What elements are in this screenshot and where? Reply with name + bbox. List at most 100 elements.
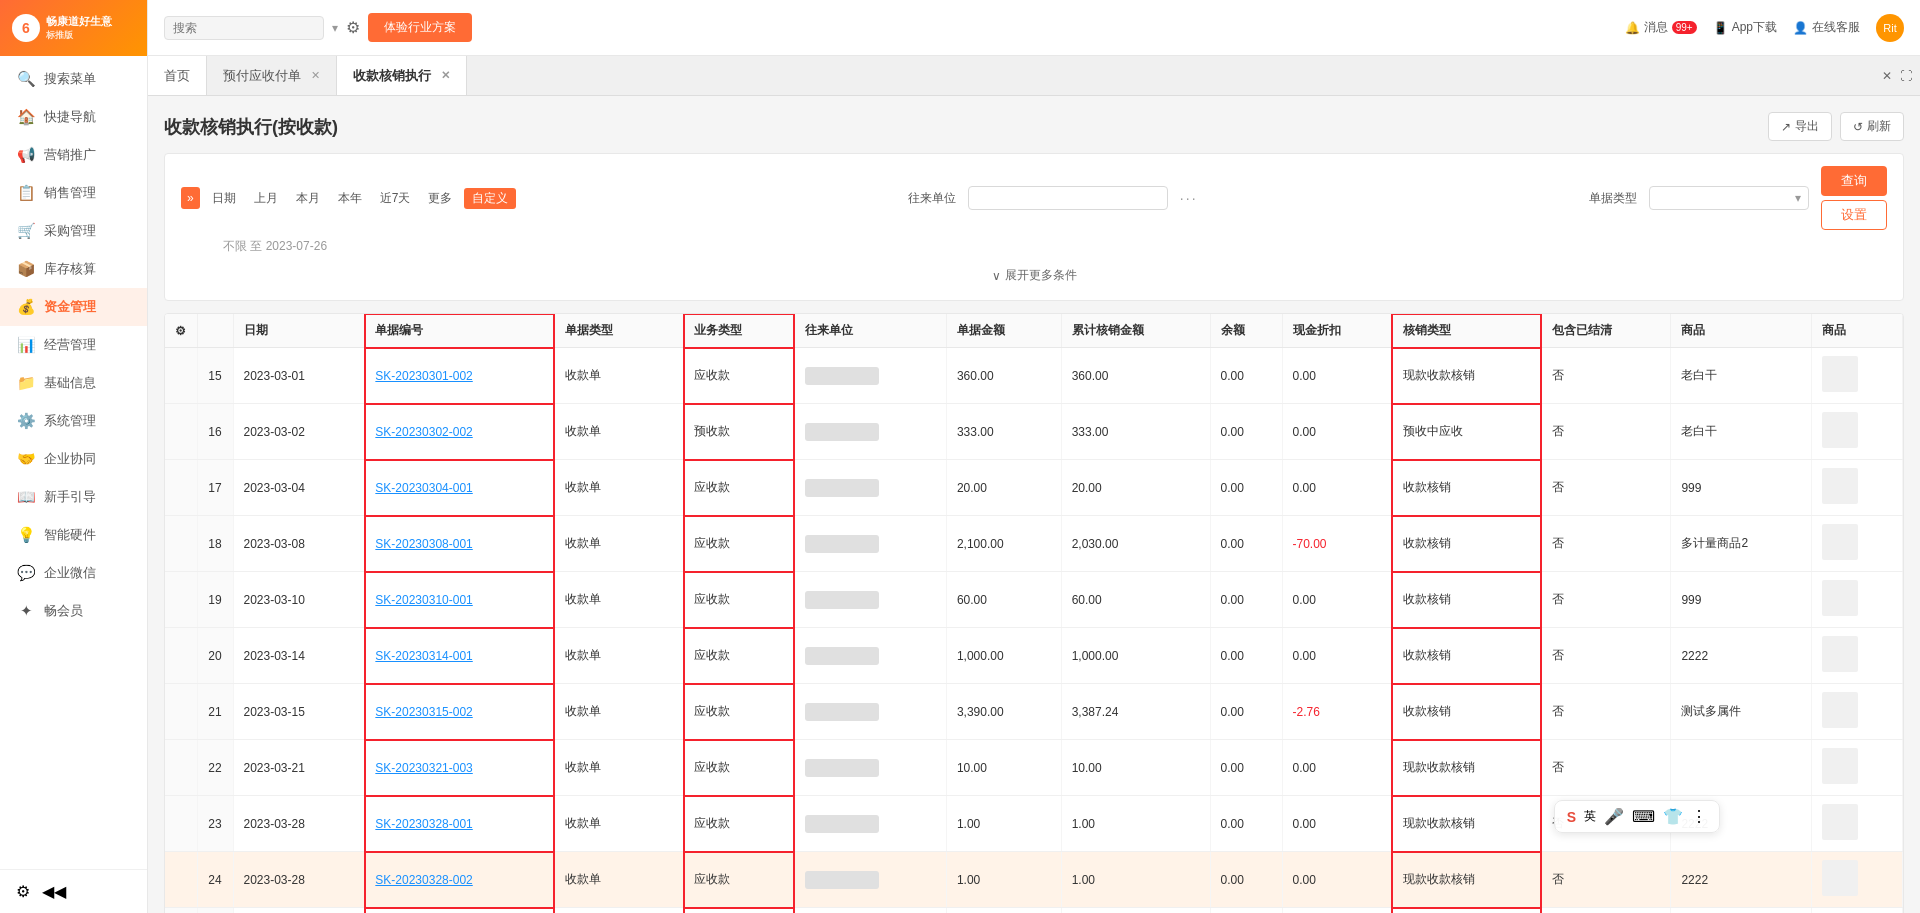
table-row: 24 2023-03-28 SK-20230328-002 收款单 应收款 ██…: [165, 852, 1903, 908]
sidebar-item-wechat[interactable]: 💬企业微信: [0, 554, 147, 592]
purchase-icon: 🛒: [16, 222, 36, 240]
app-download-btn[interactable]: 📱 App下载: [1713, 19, 1777, 36]
collapse-icon[interactable]: ◀◀: [42, 882, 66, 901]
tab-collection[interactable]: 收款核销执行 ✕: [337, 56, 467, 95]
refresh-btn[interactable]: ↺ 刷新: [1840, 112, 1904, 141]
sidebar-item-basic[interactable]: 📁基础信息: [0, 364, 147, 402]
table-row: 15 2023-03-01 SK-20230301-002 收款单 应收款 ██…: [165, 348, 1903, 404]
search-input[interactable]: [164, 16, 324, 40]
date-tag-本月[interactable]: 本月: [290, 188, 326, 209]
filter-expand-btn[interactable]: »: [181, 187, 200, 209]
cell-partner: ████: [794, 684, 946, 740]
expand-more-btn[interactable]: ∨ 展开更多条件: [181, 263, 1887, 288]
sidebar-item-hardware[interactable]: 💡智能硬件: [0, 516, 147, 554]
doc-no-link[interactable]: SK-20230310-001: [375, 593, 472, 607]
query-btn[interactable]: 查询: [1821, 166, 1887, 196]
doc-no-link[interactable]: SK-20230315-002: [375, 705, 472, 719]
chevron-down-icon: ∨: [992, 269, 1001, 283]
gear-icon[interactable]: ⚙: [346, 18, 360, 37]
table-row: 21 2023-03-15 SK-20230315-002 收款单 应收款 ██…: [165, 684, 1903, 740]
settings-icon[interactable]: ⚙: [16, 882, 30, 901]
date-tag-本年[interactable]: 本年: [332, 188, 368, 209]
maximize-icon[interactable]: ⛶: [1900, 69, 1912, 83]
doc-no-link[interactable]: SK-20230328-002: [375, 873, 472, 887]
tab-prepay[interactable]: 预付应收付单✕: [207, 56, 337, 95]
topbar: ▾ ⚙ 体验行业方案 🔔 消息 99+ 📱 App下载 👤 在线客服 Rit: [148, 0, 1920, 56]
date-tag-上月[interactable]: 上月: [248, 188, 284, 209]
tab-label-collection: 收款核销执行: [353, 67, 431, 85]
export-btn[interactable]: ↗ 导出: [1768, 112, 1832, 141]
partner-input[interactable]: [968, 186, 1168, 210]
shirt-icon[interactable]: 👕: [1663, 807, 1683, 826]
settings-btn[interactable]: 设置: [1821, 200, 1887, 230]
cell-balance: 0.00: [1210, 348, 1282, 404]
doc-no-link[interactable]: SK-20230314-001: [375, 649, 472, 663]
export-icon: ↗: [1781, 120, 1791, 134]
cell-goods: 2222: [1671, 852, 1811, 908]
doc-no-link[interactable]: SK-20230328-001: [375, 817, 472, 831]
logo-icon: 6: [12, 14, 40, 42]
doc-no-link[interactable]: SK-20230308-001: [375, 537, 472, 551]
sidebar-item-marketing[interactable]: 📢营销推广: [0, 136, 147, 174]
tab-close-prepay[interactable]: ✕: [311, 69, 320, 82]
cell-goods-img: [1811, 460, 1902, 516]
sidebar-item-system[interactable]: ⚙️系统管理: [0, 402, 147, 440]
cell-balance: 0.00: [1210, 852, 1282, 908]
nav-label-collab: 企业协同: [44, 450, 96, 468]
date-tag-custom[interactable]: 自定义: [464, 188, 516, 209]
grid-icon[interactable]: ⋮: [1691, 807, 1707, 826]
doc-no-link[interactable]: SK-20230304-001: [375, 481, 472, 495]
doc-no-link[interactable]: SK-20230321-003: [375, 761, 472, 775]
table-row: 16 2023-03-02 SK-20230302-002 收款单 预收款 ██…: [165, 404, 1903, 460]
cell-date: 2023-03-15: [233, 684, 365, 740]
sidebar-item-operation[interactable]: 📊经营管理: [0, 326, 147, 364]
cell-doc-type: 收款单: [554, 516, 684, 572]
keyboard-icon[interactable]: ⌨: [1632, 807, 1655, 826]
nav-label-quicknav: 快捷导航: [44, 108, 96, 126]
user-avatar[interactable]: Rit: [1876, 14, 1904, 42]
date-range-display: 不限 至 2023-07-26: [223, 238, 327, 255]
cell-doc-no: SK-20230301-002: [365, 348, 555, 404]
partner-label: 往来单位: [908, 190, 956, 207]
th-biz-type: 业务类型: [684, 314, 794, 348]
cell-balance: 0.00: [1210, 572, 1282, 628]
sidebar-item-inventory[interactable]: 📦库存核算: [0, 250, 147, 288]
online-service-btn[interactable]: 👤 在线客服: [1793, 19, 1860, 36]
cell-amount: 1,000.00: [946, 628, 1061, 684]
sidebar-item-collab[interactable]: 🤝企业协同: [0, 440, 147, 478]
cell-gear: [165, 516, 197, 572]
bell-icon: 🔔: [1625, 21, 1640, 35]
mic-icon[interactable]: 🎤: [1604, 807, 1624, 826]
doc-type-select[interactable]: [1649, 186, 1809, 210]
solution-btn[interactable]: 体验行业方案: [368, 13, 472, 42]
tab-home[interactable]: 首页: [148, 56, 207, 95]
th-amount: 单据金额: [946, 314, 1061, 348]
cell-discount: 0.00: [1282, 460, 1392, 516]
filter-row-1: » 日期 上月本月本年近7天更多自定义 往来单位 ··· 单据类型 ▾ 查询 设…: [181, 166, 1887, 230]
date-tag-近7天[interactable]: 近7天: [374, 188, 417, 209]
sidebar-item-quicknav[interactable]: 🏠快捷导航: [0, 98, 147, 136]
system-icon: ⚙️: [16, 412, 36, 430]
th-gear[interactable]: ⚙: [165, 314, 197, 348]
logo-text-block: 畅康道好生意 标推版: [46, 14, 112, 41]
sidebar-item-guide[interactable]: 📖新手引导: [0, 478, 147, 516]
sidebar-item-member[interactable]: ✦畅会员: [0, 592, 147, 630]
close-tab-icon[interactable]: ✕: [1882, 69, 1892, 83]
nav-label-wechat: 企业微信: [44, 564, 96, 582]
cell-verify-amount: -2,430.00: [1061, 908, 1210, 914]
doc-type-label: 单据类型: [1589, 190, 1637, 207]
doc-no-link[interactable]: SK-20230302-002: [375, 425, 472, 439]
date-tag-更多[interactable]: 更多: [422, 188, 458, 209]
notification-btn[interactable]: 🔔 消息 99+: [1625, 19, 1697, 36]
cell-date: 2023-03-10: [233, 572, 365, 628]
sidebar-item-search[interactable]: 🔍搜索菜单: [0, 60, 147, 98]
doc-no-link[interactable]: SK-20230301-002: [375, 369, 472, 383]
sidebar-item-finance[interactable]: 💰资金管理: [0, 288, 147, 326]
sidebar-item-sales[interactable]: 📋销售管理: [0, 174, 147, 212]
sidebar-item-purchase[interactable]: 🛒采购管理: [0, 212, 147, 250]
goods-thumbnail: [1822, 356, 1858, 392]
tab-close-collection[interactable]: ✕: [441, 69, 450, 82]
cell-verify-amount: 10.00: [1061, 740, 1210, 796]
dropdown-arrow-icon[interactable]: ▾: [332, 21, 338, 35]
cell-gear: [165, 404, 197, 460]
